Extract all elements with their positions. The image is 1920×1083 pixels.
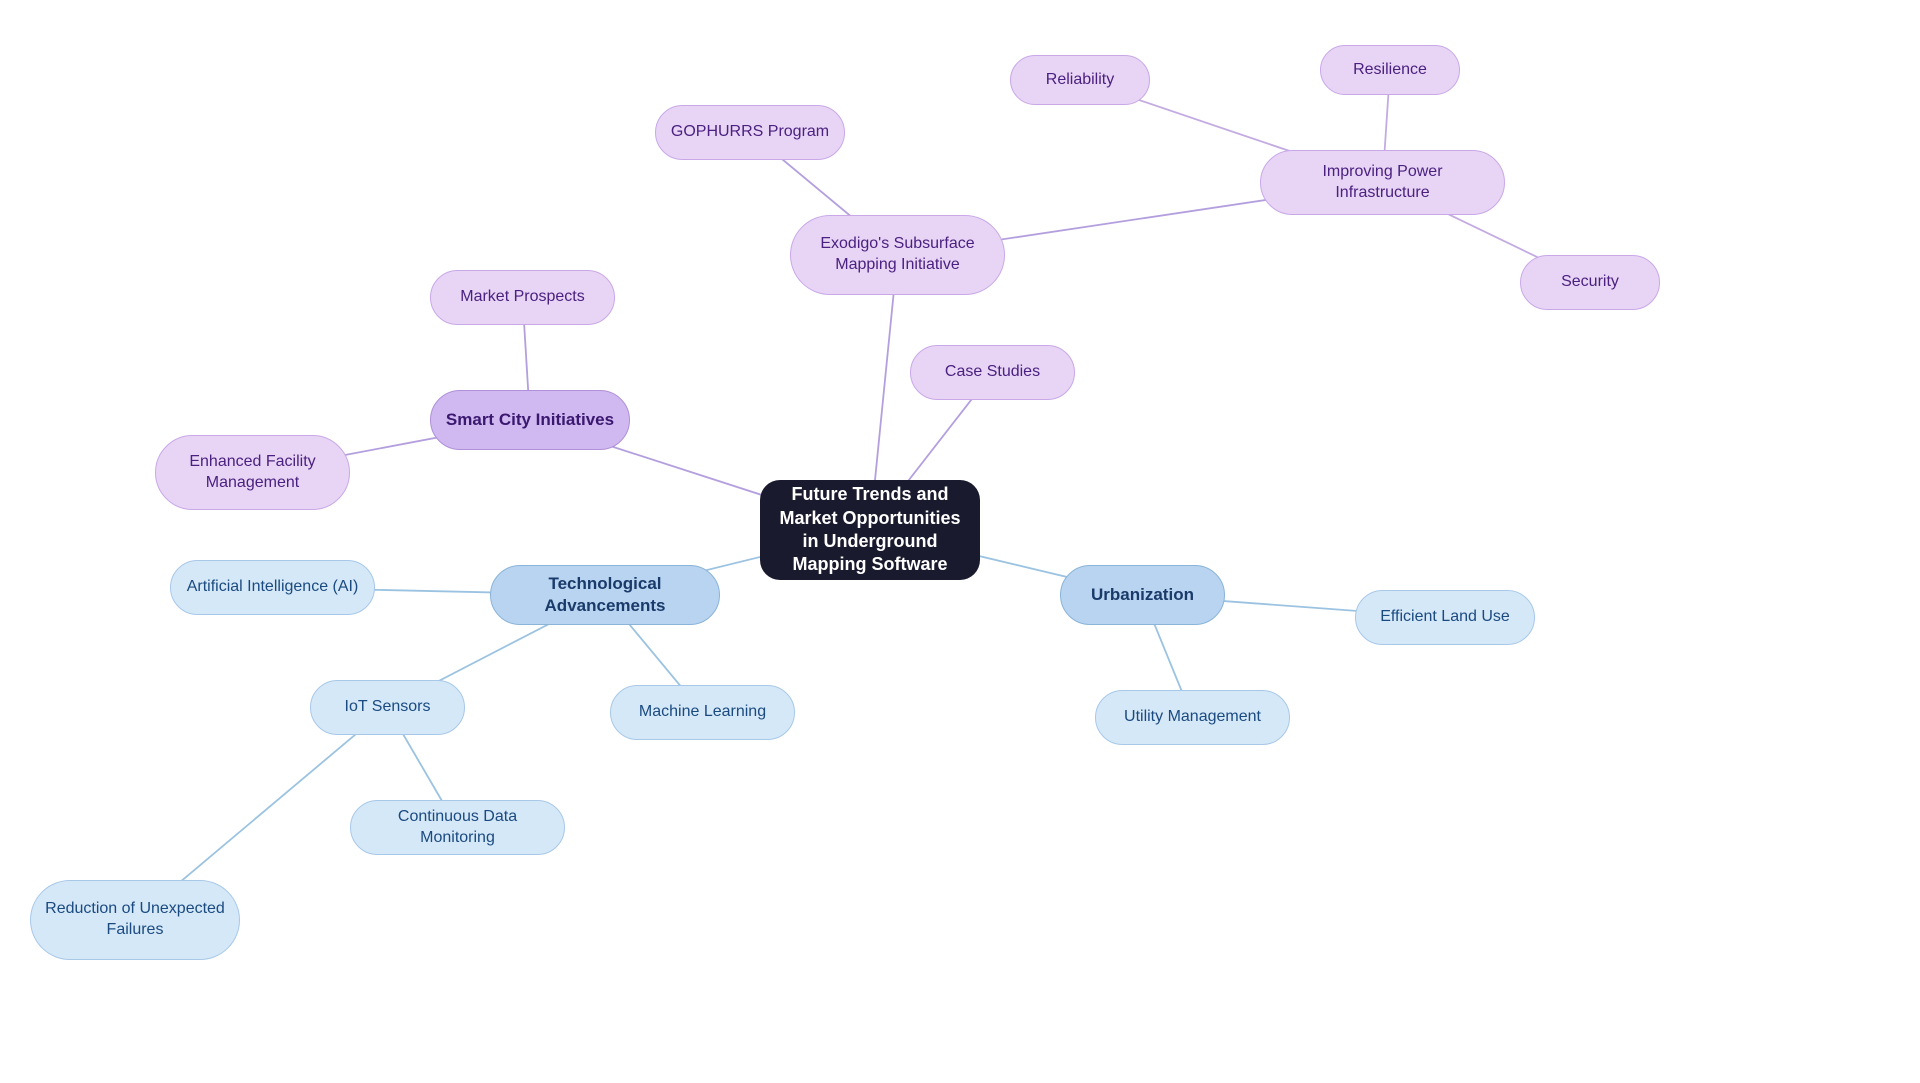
node-reduction-failures[interactable]: Reduction of Unexpected Failures — [30, 880, 240, 960]
node-continuous-monitoring[interactable]: Continuous Data Monitoring — [350, 800, 565, 855]
node-security[interactable]: Security — [1520, 255, 1660, 310]
node-machine-learning[interactable]: Machine Learning — [610, 685, 795, 740]
node-resilience[interactable]: Resilience — [1320, 45, 1460, 95]
node-urbanization[interactable]: Urbanization — [1060, 565, 1225, 625]
node-case-studies[interactable]: Case Studies — [910, 345, 1075, 400]
node-improving-power[interactable]: Improving Power Infrastructure — [1260, 150, 1505, 215]
node-tech-advancements[interactable]: Technological Advancements — [490, 565, 720, 625]
node-exodigo[interactable]: Exodigo's Subsurface Mapping Initiative — [790, 215, 1005, 295]
node-iot-sensors[interactable]: IoT Sensors — [310, 680, 465, 735]
node-reliability[interactable]: Reliability — [1010, 55, 1150, 105]
node-efficient-land[interactable]: Efficient Land Use — [1355, 590, 1535, 645]
node-smart-city[interactable]: Smart City Initiatives — [430, 390, 630, 450]
center-node[interactable]: Future Trends and Market Opportunities i… — [760, 480, 980, 580]
node-gophurrs[interactable]: GOPHURRS Program — [655, 105, 845, 160]
node-ai[interactable]: Artificial Intelligence (AI) — [170, 560, 375, 615]
node-enhanced-facility[interactable]: Enhanced Facility Management — [155, 435, 350, 510]
mind-map: Future Trends and Market Opportunities i… — [0, 0, 1920, 1083]
node-utility-management[interactable]: Utility Management — [1095, 690, 1290, 745]
node-market-prospects[interactable]: Market Prospects — [430, 270, 615, 325]
